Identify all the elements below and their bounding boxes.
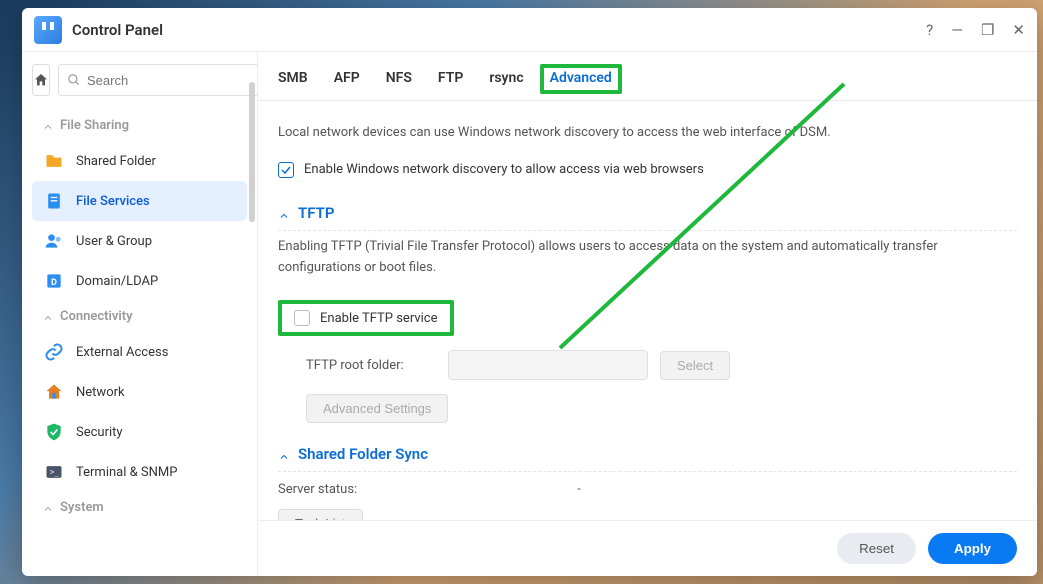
- server-status-value: -: [577, 482, 581, 497]
- advanced-settings-button[interactable]: Advanced Settings: [306, 394, 448, 423]
- sidebar-item-security[interactable]: Security: [32, 412, 247, 452]
- enable-tftp-row[interactable]: Enable TFTP service: [278, 300, 454, 336]
- svg-text:>_: >_: [50, 468, 60, 477]
- sidebar-item-external-access[interactable]: External Access: [32, 332, 247, 372]
- reset-button[interactable]: Reset: [837, 533, 916, 564]
- terminal-icon: >_: [44, 462, 64, 482]
- control-panel-icon: [34, 16, 62, 44]
- search-icon: [67, 73, 81, 87]
- titlebar: Control Panel ? — ❐ ✕: [22, 8, 1037, 52]
- doc-icon: [44, 191, 64, 211]
- chevron-icon: [42, 121, 52, 131]
- sidebar-item-domain-ldap[interactable]: D Domain/LDAP: [32, 261, 247, 301]
- ws-discovery-description: Local network devices can use Windows ne…: [278, 123, 1017, 144]
- server-status-row: Server status: -: [278, 482, 1017, 497]
- ws-discovery-checkbox-row[interactable]: Enable Windows network discovery to allo…: [278, 158, 1017, 182]
- sidebar-section-title: Connectivity: [60, 309, 133, 324]
- section-shared-sync-title: Shared Folder Sync: [298, 445, 428, 463]
- search-input[interactable]: [87, 73, 258, 88]
- section-tftp[interactable]: TFTP: [278, 204, 1017, 231]
- checkbox-icon[interactable]: [294, 310, 310, 326]
- tftp-root-input[interactable]: [448, 350, 648, 380]
- sidebar-item-label: Shared Folder: [76, 154, 156, 169]
- section-shared-sync[interactable]: Shared Folder Sync: [278, 445, 1017, 472]
- help-icon[interactable]: ?: [926, 21, 933, 39]
- sidebar-section-title: System: [60, 500, 104, 515]
- tab-nfs[interactable]: NFS: [386, 70, 412, 100]
- sidebar-item-label: Domain/LDAP: [76, 274, 158, 289]
- scroll-area: Local network devices can use Windows ne…: [258, 101, 1037, 576]
- apply-button[interactable]: Apply: [928, 533, 1017, 564]
- tftp-root-label: TFTP root folder:: [306, 358, 436, 373]
- chevron-up-icon: [278, 449, 288, 459]
- ws-discovery-checkbox-label: Enable Windows network discovery to allo…: [304, 162, 704, 177]
- sidebar-item-file-services[interactable]: File Services: [32, 181, 247, 221]
- tabs: SMB AFP NFS FTP rsync Advanced: [258, 52, 1037, 101]
- sidebar-scrollbar[interactable]: [249, 82, 255, 222]
- tab-advanced[interactable]: Advanced: [550, 70, 612, 100]
- sidebar-section-header[interactable]: File Sharing: [32, 110, 247, 141]
- chevron-up-icon: [278, 208, 288, 218]
- folder-icon: [44, 151, 64, 171]
- checkbox-icon[interactable]: [278, 162, 294, 178]
- control-panel-window: Control Panel ? — ❐ ✕ File Sharing Shared…: [22, 8, 1037, 576]
- sidebar: File Sharing Shared Folder File Services Us…: [22, 52, 258, 576]
- nethome-icon: [44, 382, 64, 402]
- home-icon: [33, 72, 49, 88]
- sidebar-item-label: Security: [76, 425, 123, 440]
- window-controls: ? — ❐ ✕: [926, 21, 1025, 39]
- domain-icon: D: [44, 271, 64, 291]
- sidebar-section-header[interactable]: System: [32, 492, 247, 523]
- sidebar-item-label: Network: [76, 385, 125, 400]
- sidebar-item-terminal-snmp[interactable]: >_ Terminal & SNMP: [32, 452, 247, 492]
- sidebar-section-header[interactable]: Connectivity: [32, 301, 247, 332]
- svg-text:D: D: [51, 278, 57, 288]
- tab-smb[interactable]: SMB: [278, 70, 308, 100]
- section-tftp-title: TFTP: [298, 204, 334, 222]
- sidebar-item-label: User & Group: [76, 234, 152, 249]
- shield-icon: [44, 422, 64, 442]
- home-button[interactable]: [32, 64, 50, 96]
- maximize-icon[interactable]: ❐: [981, 21, 994, 39]
- sidebar-item-label: Terminal & SNMP: [76, 465, 177, 480]
- users-icon: [44, 231, 64, 251]
- tftp-root-row: TFTP root folder: Select: [278, 350, 1017, 380]
- sidebar-item-label: File Services: [76, 194, 150, 209]
- footer: Reset Apply: [258, 520, 1037, 576]
- search-box[interactable]: [58, 64, 258, 96]
- sidebar-section-title: File Sharing: [60, 118, 129, 133]
- select-button[interactable]: Select: [660, 351, 730, 380]
- tab-afp[interactable]: AFP: [334, 70, 360, 100]
- tab-ftp[interactable]: FTP: [438, 70, 463, 100]
- minimize-icon[interactable]: —: [951, 21, 963, 39]
- link-icon: [44, 342, 64, 362]
- tftp-advanced-row: Advanced Settings: [278, 394, 1017, 423]
- chevron-icon: [42, 312, 52, 322]
- chevron-icon: [42, 503, 52, 513]
- server-status-label: Server status:: [278, 482, 357, 497]
- window-title: Control Panel: [72, 21, 163, 39]
- close-icon[interactable]: ✕: [1012, 21, 1025, 39]
- sidebar-item-label: External Access: [76, 345, 168, 360]
- sidebar-item-user-group[interactable]: User & Group: [32, 221, 247, 261]
- sidebar-item-shared-folder[interactable]: Shared Folder: [32, 141, 247, 181]
- sidebar-item-network[interactable]: Network: [32, 372, 247, 412]
- tftp-description: Enabling TFTP (Trivial File Transfer Pro…: [278, 237, 1017, 279]
- enable-tftp-label: Enable TFTP service: [320, 311, 438, 326]
- content-area: SMB AFP NFS FTP rsync Advanced Local network …: [258, 52, 1037, 576]
- tab-rsync[interactable]: rsync: [489, 70, 523, 100]
